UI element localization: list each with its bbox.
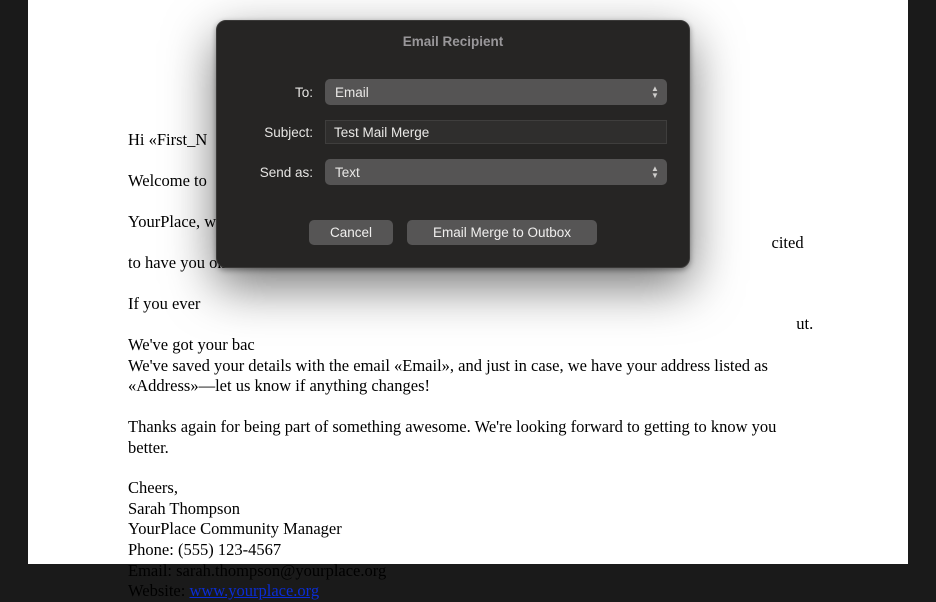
- subject-input[interactable]: [325, 120, 667, 144]
- sendas-select-value: Text: [335, 165, 360, 180]
- email-merge-to-outbox-button[interactable]: Email Merge to Outbox: [407, 220, 597, 245]
- to-select[interactable]: Email: [325, 79, 667, 105]
- doc-para-2: If you ever xxxxxxxxxxxxxxxxxxxxxxxxxxxx…: [128, 294, 808, 397]
- doc-sig-website: Website: www.yourplace.org: [128, 581, 808, 602]
- doc-sig-phone: Phone: (555) 123-4567: [128, 540, 808, 561]
- doc-para-3: Thanks again for being part of something…: [128, 417, 808, 458]
- dialog-title: Email Recipient: [403, 34, 504, 49]
- row-subject: Subject:: [239, 120, 667, 144]
- website-link[interactable]: www.yourplace.org: [189, 581, 319, 600]
- chevron-up-down-icon: ▲▼: [644, 160, 666, 184]
- email-recipient-dialog: Email Recipient To: Email ▲▼ Subject: Se…: [216, 20, 690, 268]
- dialog-titlebar: Email Recipient: [217, 21, 689, 61]
- to-label: To:: [239, 85, 325, 100]
- row-sendas: Send as: Text ▲▼: [239, 159, 667, 185]
- dialog-body: To: Email ▲▼ Subject: Send as: Text: [217, 61, 689, 208]
- subject-label: Subject:: [239, 125, 325, 140]
- doc-sig-role: YourPlace Community Manager: [128, 519, 808, 540]
- cancel-button[interactable]: Cancel: [309, 220, 393, 245]
- doc-sig-name: Sarah Thompson: [128, 499, 808, 520]
- doc-sig-cheers: Cheers,: [128, 478, 808, 499]
- sendas-label: Send as:: [239, 165, 325, 180]
- to-select-value: Email: [335, 85, 369, 100]
- sendas-select[interactable]: Text: [325, 159, 667, 185]
- dialog-footer: Cancel Email Merge to Outbox: [217, 208, 689, 267]
- chevron-up-down-icon: ▲▼: [644, 80, 666, 104]
- row-to: To: Email ▲▼: [239, 79, 667, 105]
